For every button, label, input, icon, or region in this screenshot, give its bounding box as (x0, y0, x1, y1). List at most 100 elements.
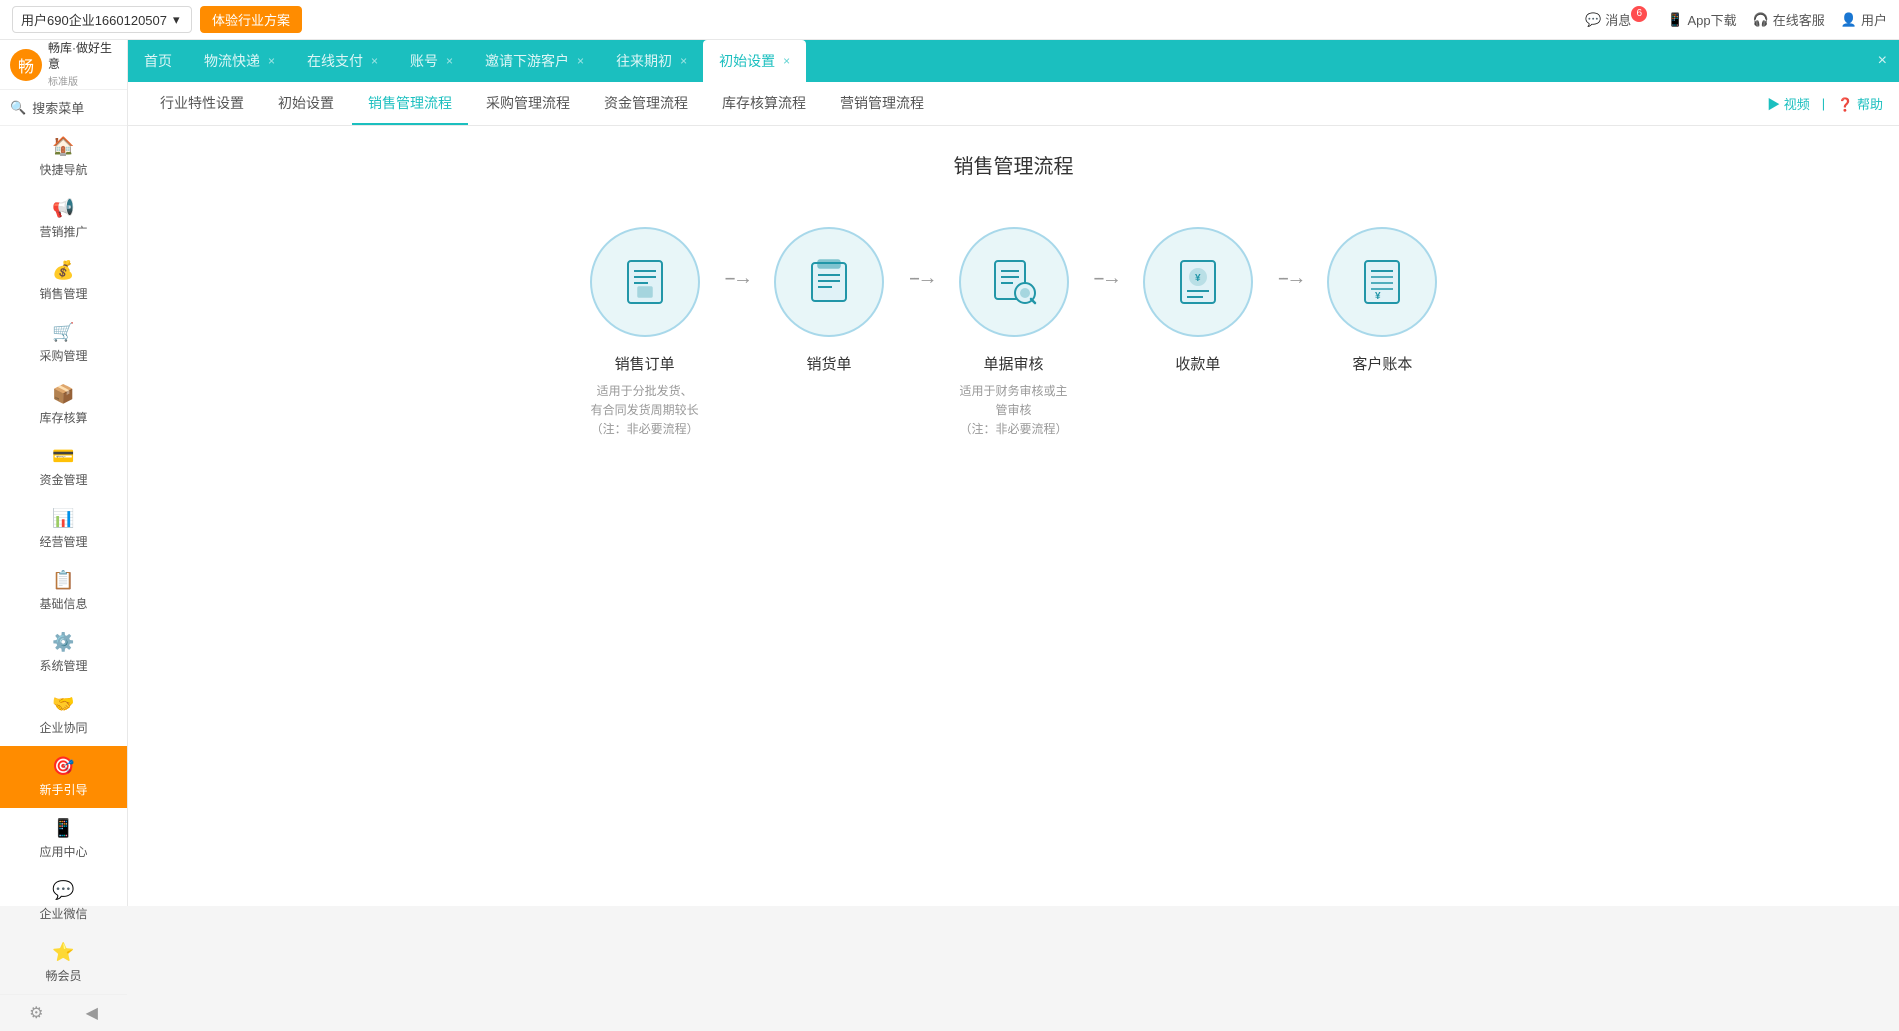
logo-icon: 畅 (10, 49, 42, 81)
sidebar-item-chang-member[interactable]: ⭐ 畅会员 (0, 932, 127, 994)
flow-circle-doc-review (959, 227, 1069, 337)
collab-icon: 🤝 (52, 694, 74, 715)
logo-text-block: 畅库·做好生意 标准版 (48, 41, 117, 87)
flow-step-name-sales-delivery: 销货单 (807, 353, 852, 374)
sidebar-item-finance-mgmt[interactable]: 💳 资金管理 (0, 436, 127, 498)
flow-step-desc-doc-review: 适用于财务审核或主管审核（注：非必要流程） (959, 382, 1067, 440)
tab-initial-setup-close[interactable]: × (783, 54, 790, 68)
logo-title: 畅库·做好生意 (48, 41, 117, 72)
sub-tab-inventory-flow[interactable]: 库存核算流程 (706, 83, 822, 125)
online-service-btn[interactable]: 🎧 在线客服 (1753, 10, 1825, 29)
avatar-icon: 👤 (1841, 12, 1857, 28)
sub-tabs: 行业特性设置 初始设置 销售管理流程 采购管理流程 资金管理流程 库存核算流程 … (128, 82, 1899, 126)
flow-step-receipt: ¥ 收款单 (1118, 227, 1278, 382)
trial-button[interactable]: 体验行业方案 (200, 6, 302, 33)
inventory-icon: 📦 (52, 384, 74, 405)
tab-home[interactable]: 首页 (128, 40, 188, 82)
flow-step-sales-delivery: 销货单 (749, 227, 909, 382)
sidebar: 畅 畅库·做好生意 标准版 🔍 搜索菜单 🏠 快捷导航 📢 营销推广 💰 销售管… (0, 40, 128, 906)
flow-step-name-receipt: 收款单 (1175, 353, 1220, 374)
member-icon: ⭐ (52, 942, 74, 963)
sidebar-item-new-guide[interactable]: 🎯 新手引导 (0, 746, 127, 808)
tab-logistics-close[interactable]: × (268, 54, 275, 68)
sidebar-item-basic-info[interactable]: 📋 基础信息 (0, 560, 127, 622)
flow-step-name-sales-order: 销售订单 (615, 353, 675, 374)
user-name: 用户 (1861, 10, 1887, 29)
flow-step-sales-order: 销售订单 适用于分批发货、有合同发货周期较长（注：非必要流程） (565, 227, 725, 440)
sidebar-item-marketing-promo[interactable]: 📢 营销推广 (0, 188, 127, 250)
tab-invite-customer-label: 邀请下游客户 (485, 51, 569, 71)
flow-step-desc-sales-order: 适用于分批发货、有合同发货周期较长（注：非必要流程） (591, 382, 699, 440)
message-icon: 💬 (1585, 12, 1601, 28)
sidebar-item-inventory[interactable]: 📦 库存核算 (0, 374, 127, 436)
sidebar-item-sales-mgmt[interactable]: 💰 销售管理 (0, 250, 127, 312)
tab-logistics-label: 物流快递 (204, 51, 260, 71)
settings-icon[interactable]: ⚙ (29, 1003, 43, 1023)
help-btn[interactable]: ❓ 帮助 (1837, 94, 1883, 113)
tab-invite-customer[interactable]: 邀请下游客户 × (469, 40, 600, 82)
sidebar-item-system-mgmt[interactable]: ⚙️ 系统管理 (0, 622, 127, 684)
help-icon: ❓ (1837, 97, 1853, 112)
app-center-icon: 📱 (52, 818, 74, 839)
sub-tab-industry-setting[interactable]: 行业特性设置 (144, 83, 260, 125)
user-selector[interactable]: 用户690企业1660120507 ▾ (12, 6, 192, 33)
tab-past-period-label: 往来期初 (616, 51, 672, 71)
app-download-btn[interactable]: 📱 App下载 (1667, 10, 1736, 29)
tab-initial-setup[interactable]: 初始设置 × (703, 40, 806, 82)
flow-arrow-1: - - → (725, 227, 749, 290)
collapse-icon[interactable]: ◀ (86, 1003, 98, 1023)
flow-step-doc-review: 单据审核 适用于财务审核或主管审核（注：非必要流程） (934, 227, 1094, 440)
top-bar-left: 用户690企业1660120507 ▾ 体验行业方案 (12, 6, 302, 33)
user-avatar-btn[interactable]: 👤 用户 (1841, 10, 1887, 29)
sidebar-item-app-center[interactable]: 📱 应用中心 (0, 808, 127, 870)
flow-circle-sales-delivery (774, 227, 884, 337)
flow-step-name-customer-ledger: 客户账本 (1352, 353, 1412, 374)
search-label: 搜索菜单 (32, 98, 84, 117)
sidebar-item-quick-nav[interactable]: 🏠 快捷导航 (0, 126, 127, 188)
search-icon: 🔍 (10, 100, 26, 116)
wechat-icon: 💬 (52, 880, 74, 901)
nav-tabs-close-all[interactable]: × (1866, 52, 1899, 70)
sidebar-search[interactable]: 🔍 搜索菜单 (0, 90, 127, 126)
flow-circle-customer-ledger: ¥ (1327, 227, 1437, 337)
user-label: 用户690企业1660120507 (21, 10, 167, 29)
flow-step-customer-ledger: ¥ 客户账本 (1302, 227, 1462, 382)
sidebar-item-purchase-mgmt[interactable]: 🛒 采购管理 (0, 312, 127, 374)
divider: | (1822, 96, 1825, 111)
home-icon: 🏠 (52, 136, 74, 157)
sub-tab-finance-flow[interactable]: 资金管理流程 (588, 83, 704, 125)
tab-past-period-close[interactable]: × (680, 54, 687, 68)
sidebar-item-operations-mgmt[interactable]: 📊 经营管理 (0, 498, 127, 560)
help-label: 帮助 (1857, 97, 1883, 112)
basic-info-icon: 📋 (52, 570, 74, 591)
chevron-down-icon: ▾ (173, 12, 180, 28)
purchase-icon: 🛒 (52, 322, 74, 343)
sub-tab-initial-setup[interactable]: 初始设置 (262, 83, 350, 125)
tab-logistics[interactable]: 物流快递 × (188, 40, 291, 82)
nav-tabs: 首页 物流快递 × 在线支付 × 账号 × 邀请下游客户 × 往来期初 × (128, 40, 1899, 82)
app-label: App下载 (1687, 10, 1736, 29)
sidebar-item-enterprise-wechat[interactable]: 💬 企业微信 (0, 870, 127, 932)
sidebar-logo: 畅 畅库·做好生意 标准版 (0, 40, 127, 90)
sub-tab-marketing-flow[interactable]: 营销管理流程 (824, 83, 940, 125)
sales-icon: 💰 (52, 260, 74, 281)
tab-past-period[interactable]: 往来期初 × (600, 40, 703, 82)
message-badge: 6 (1631, 6, 1647, 22)
tab-online-payment-close[interactable]: × (371, 54, 378, 68)
sub-tab-sales-flow[interactable]: 销售管理流程 (352, 83, 468, 125)
message-btn[interactable]: 💬 消息 6 (1585, 10, 1651, 29)
tab-account[interactable]: 账号 × (394, 40, 469, 82)
video-btn[interactable]: ▶ 视频 (1767, 94, 1810, 113)
page-content: 销售管理流程 销售订单 适用于分批发货、有合同发货周期较长（ (128, 126, 1899, 906)
flow-circle-sales-order (590, 227, 700, 337)
tab-online-payment[interactable]: 在线支付 × (291, 40, 394, 82)
tab-account-close[interactable]: × (446, 54, 453, 68)
sub-tab-purchase-flow[interactable]: 采购管理流程 (470, 83, 586, 125)
tab-invite-customer-close[interactable]: × (577, 54, 584, 68)
system-icon: ⚙️ (52, 632, 74, 653)
video-label: 视频 (1784, 97, 1810, 112)
sidebar-item-enterprise-collab[interactable]: 🤝 企业协同 (0, 684, 127, 746)
tab-online-payment-label: 在线支付 (307, 51, 363, 71)
flow-step-name-doc-review: 单据审核 (983, 353, 1043, 374)
headset-icon: 🎧 (1753, 12, 1769, 28)
